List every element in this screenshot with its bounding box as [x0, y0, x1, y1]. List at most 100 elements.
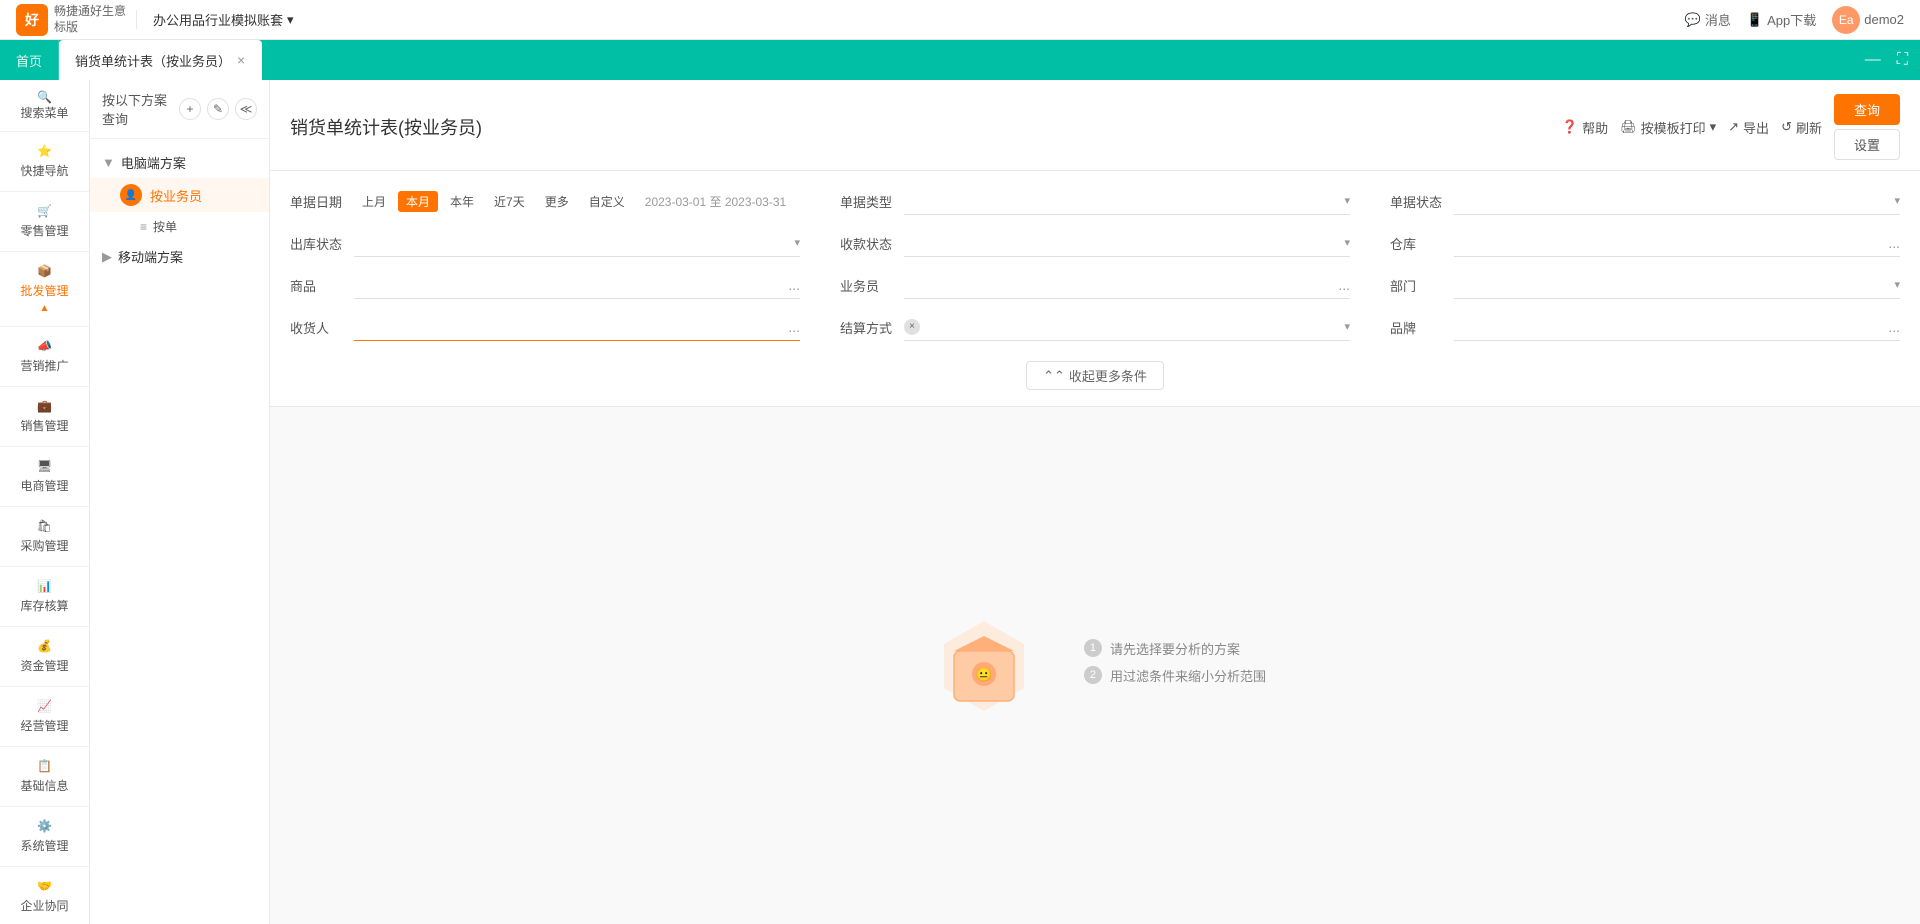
app-label: App下载 [1767, 10, 1816, 29]
warehouse-control[interactable]: ... [1454, 229, 1900, 257]
filter-dept: 部门 ▾ [1390, 271, 1900, 299]
date-tab-this-month[interactable]: 本月 [398, 191, 438, 212]
salesperson-control[interactable]: ... [904, 271, 1350, 299]
sidebar-item-enterprise[interactable]: 🤝 企业协同 [0, 867, 89, 924]
purchase-label: 采购管理 [20, 537, 68, 554]
print-label: 按模板打印 [1641, 118, 1706, 137]
salesperson-label: 业务员 [840, 276, 896, 295]
left-panel-title: 按以下方案查询 [102, 90, 179, 128]
collapse-panel-button[interactable]: ≪ [235, 98, 257, 120]
empty-illustration: 😐 [924, 616, 1044, 716]
dept-control[interactable]: ▾ [1454, 271, 1900, 299]
tab-home[interactable]: 首页 [0, 40, 59, 80]
date-tab-this-year[interactable]: 本年 [442, 191, 482, 212]
sidebar-item-marketing[interactable]: 📣 营销推广 [0, 327, 89, 387]
logo-icon: 好 [16, 4, 48, 36]
goods-control[interactable]: ... [354, 271, 800, 299]
enterprise-icon: 🤝 [37, 879, 52, 893]
recipient-control[interactable]: ... [354, 313, 800, 341]
hint-text-2: 用过滤条件来缩小分析范围 [1110, 666, 1266, 685]
add-scheme-button[interactable]: + [179, 98, 201, 120]
app-download-action[interactable]: 📱 App下载 [1747, 10, 1816, 29]
tree-group-mobile-label: 移动端方案 [118, 247, 183, 266]
doc-type-label: 单据类型 [840, 192, 896, 211]
date-tab-custom[interactable]: 自定义 [581, 191, 633, 212]
tab-minimize-icon[interactable]: — [1861, 47, 1885, 73]
order-scheme-icon: ≡ [140, 220, 147, 234]
finance-icon: 💰 [37, 639, 52, 653]
tree-group-desktop-header[interactable]: ▼ 电脑端方案 [90, 147, 269, 178]
refresh-button[interactable]: ↺ 刷新 [1781, 118, 1822, 137]
doc-status-control[interactable]: ▾ [1454, 187, 1900, 215]
collapse-button[interactable]: ⌃⌃ 收起更多条件 [1026, 361, 1164, 390]
date-tab-7days[interactable]: 近7天 [486, 191, 533, 212]
marketing-icon: 📣 [37, 339, 52, 353]
doc-type-control[interactable]: ▾ [904, 187, 1350, 215]
recipient-label: 收货人 [290, 318, 346, 337]
print-button[interactable]: 🖨 按模板打印 ▾ [1620, 118, 1716, 137]
tree-sub-item-by-order[interactable]: ≡ 按单 [90, 212, 269, 241]
sidebar-item-wholesale[interactable]: 📦 批发管理 ▲ [0, 252, 89, 327]
settlement-arrow-icon: ▾ [1344, 320, 1350, 333]
brand-control[interactable]: ... [1454, 313, 1900, 341]
recipient-dots-icon[interactable]: ... [788, 319, 800, 335]
tree-section: ▼ 电脑端方案 👤 按业务员 ≡ 按单 ▶ 移动端方案 [90, 139, 269, 280]
hint-text-1: 请先选择要分析的方案 [1110, 639, 1240, 658]
export-button[interactable]: ↗ 导出 [1728, 118, 1769, 137]
salesperson-scheme-icon: 👤 [120, 184, 142, 206]
base-label: 基础信息 [20, 777, 68, 794]
sidebar-item-purchase[interactable]: 🛍 采购管理 [0, 507, 89, 567]
sidebar-item-system[interactable]: ⚙️ 系统管理 [0, 807, 89, 867]
tree-arrow-down-icon: ▼ [102, 155, 115, 170]
date-tab-last-month[interactable]: 上月 [354, 191, 394, 212]
settlement-control[interactable]: × ▾ [904, 313, 1350, 341]
workspace-selector[interactable]: 办公用品行业模拟账套 ▾ [136, 10, 294, 29]
print-icon: 🖨 [1620, 119, 1637, 135]
sidebar-item-base[interactable]: 📋 基础信息 [0, 747, 89, 807]
filter-row-2: 出库状态 ▾ 收款状态 ▾ 仓库 [290, 229, 1900, 257]
tree-group-mobile: ▶ 移动端方案 [90, 241, 269, 272]
settings-button[interactable]: 设置 [1834, 129, 1900, 160]
warehouse-dots-icon[interactable]: ... [1888, 235, 1900, 251]
settlement-clear-icon[interactable]: × [904, 319, 920, 335]
enterprise-label: 企业协同 [20, 897, 68, 914]
date-label: 单据日期 [290, 192, 346, 211]
sidebar-item-finance[interactable]: 💰 资金管理 [0, 627, 89, 687]
tab-home-label: 首页 [16, 51, 42, 70]
print-arrow-icon: ▾ [1710, 119, 1717, 135]
message-action[interactable]: 💬 消息 [1685, 10, 1731, 29]
filter-doc-status: 单据状态 ▾ [1390, 187, 1900, 215]
page-header: 销货单统计表(按业务员) ❓ 帮助 🖨 按模板打印 ▾ ↗ 导出 ↺ 刷新 [270, 80, 1920, 171]
edit-scheme-button[interactable]: ✎ [207, 98, 229, 120]
tab-expand-icon[interactable]: ⛶ [1893, 47, 1912, 73]
star-icon: ⭐ [37, 144, 52, 158]
sidebar-item-operations[interactable]: 📈 经营管理 [0, 687, 89, 747]
payment-status-control[interactable]: ▾ [904, 229, 1350, 257]
base-icon: 📋 [37, 759, 52, 773]
sidebar-item-sales[interactable]: 💼 销售管理 [0, 387, 89, 447]
filter-recipient: 收货人 ... [290, 313, 800, 341]
brand-dots-icon[interactable]: ... [1888, 319, 1900, 335]
sidebar-item-ecommerce[interactable]: 🖥 电商管理 [0, 447, 89, 507]
sidebar-item-inventory[interactable]: 📊 库存核算 [0, 567, 89, 627]
salesperson-dots-icon[interactable]: ... [1338, 277, 1350, 293]
user-action[interactable]: Ea demo2 [1832, 6, 1904, 34]
message-label: 消息 [1705, 10, 1731, 29]
operations-icon: 📈 [37, 699, 52, 713]
inventory-label: 库存核算 [20, 597, 68, 614]
sidebar-search[interactable]: 🔍 搜索菜单 [0, 80, 89, 132]
doc-status-arrow-icon: ▾ [1894, 194, 1900, 207]
out-status-control[interactable]: ▾ [354, 229, 800, 257]
tab-close-icon[interactable]: × [237, 52, 245, 68]
sidebar-item-retail[interactable]: 🛒 零售管理 [0, 192, 89, 252]
goods-dots-icon[interactable]: ... [788, 277, 800, 293]
query-button[interactable]: 查询 [1834, 94, 1900, 125]
help-icon: ❓ [1562, 119, 1578, 135]
help-button[interactable]: ❓ 帮助 [1562, 118, 1608, 137]
collapse-up-icon: ⌃⌃ [1043, 368, 1065, 384]
sidebar-quick-nav[interactable]: ⭐ 快捷导航 [0, 132, 89, 192]
tab-active[interactable]: 销货单统计表（按业务员） × [59, 40, 262, 80]
date-tab-more[interactable]: 更多 [537, 191, 577, 212]
tree-group-mobile-header[interactable]: ▶ 移动端方案 [90, 241, 269, 272]
tree-item-by-salesperson[interactable]: 👤 按业务员 [90, 178, 269, 212]
